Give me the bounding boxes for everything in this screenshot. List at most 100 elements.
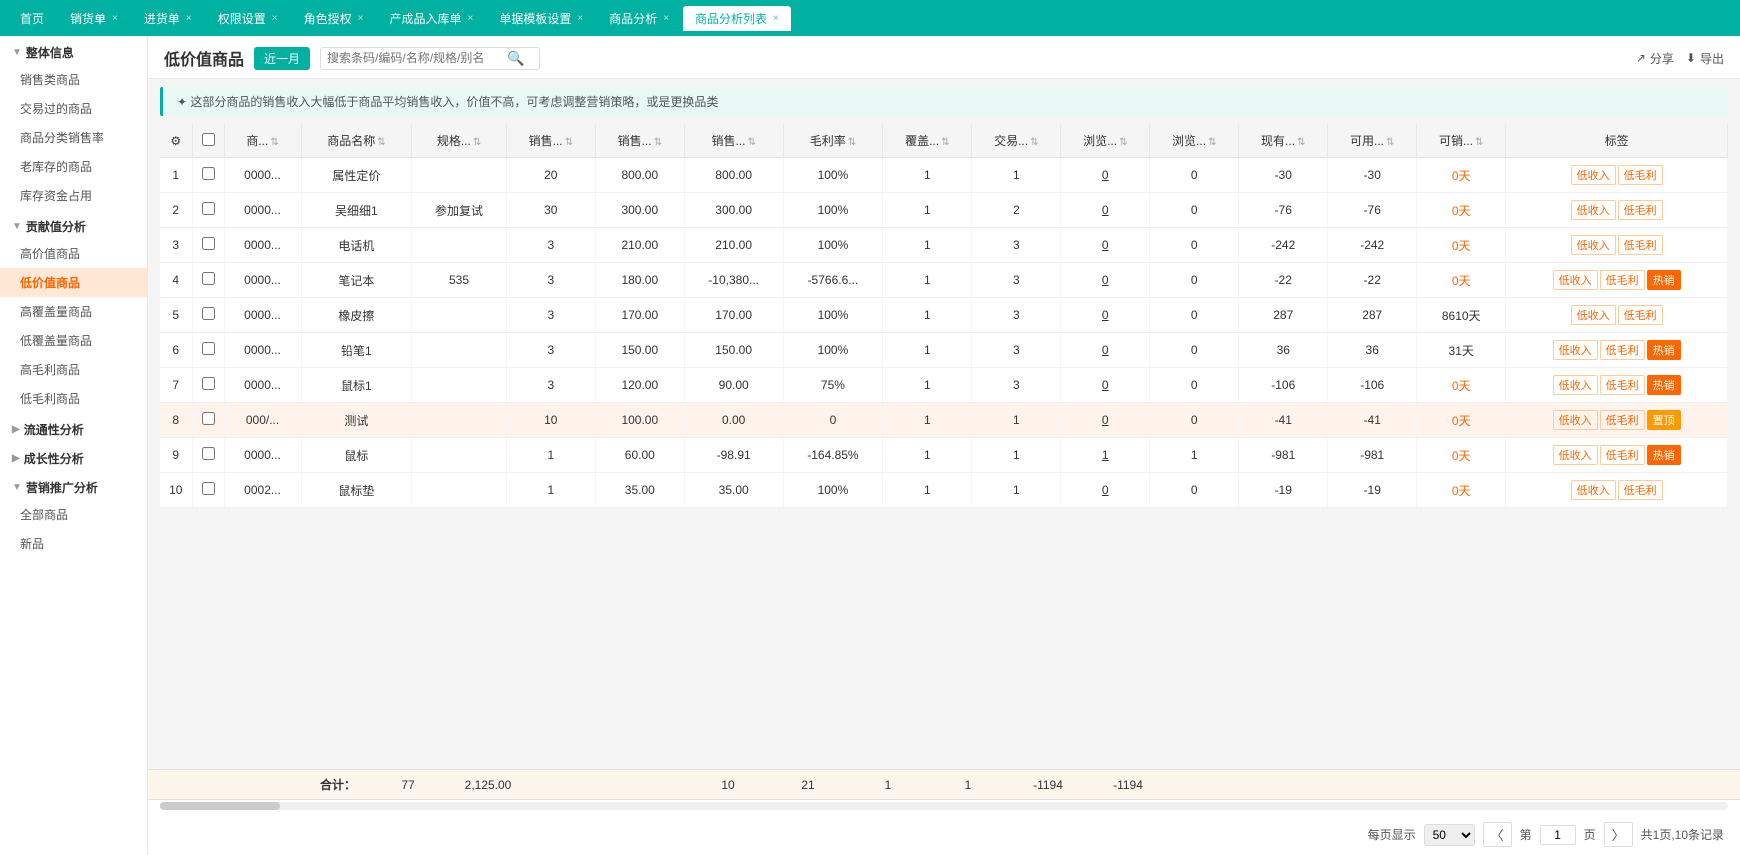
nav-home[interactable]: 首页 bbox=[8, 6, 56, 31]
row-checkbox[interactable] bbox=[202, 482, 215, 495]
nav-templates[interactable]: 单据模板设置 × bbox=[487, 6, 595, 31]
browse-link[interactable]: 0 bbox=[1102, 483, 1109, 497]
sidebar-item-low-coverage[interactable]: 低覆盖量商品 bbox=[0, 326, 147, 355]
sidebar-item-high-margin[interactable]: 高毛利商品 bbox=[0, 355, 147, 384]
sidebar-group-circulation[interactable]: ▶ 流通性分析 bbox=[0, 413, 147, 442]
sidebar-item-old-stock[interactable]: 老库存的商品 bbox=[0, 152, 147, 181]
td-browse1[interactable]: 0 bbox=[1061, 263, 1150, 298]
next-page-button[interactable]: 〉 bbox=[1604, 822, 1633, 847]
chevron-right-icon-2: ▶ bbox=[12, 453, 20, 464]
nav-permissions-close[interactable]: × bbox=[272, 13, 278, 24]
sidebar-item-category-sales-rate[interactable]: 商品分类销售率 bbox=[0, 123, 147, 152]
td-code: 0000... bbox=[224, 298, 301, 333]
nav-permissions[interactable]: 权限设置 × bbox=[206, 6, 290, 31]
td-checkbox[interactable] bbox=[192, 263, 224, 298]
horizontal-scrollbar[interactable] bbox=[160, 802, 1728, 810]
sidebar-item-high-value[interactable]: 高价值商品 bbox=[0, 239, 147, 268]
browse-link[interactable]: 0 bbox=[1102, 378, 1109, 392]
nav-analysis-close[interactable]: × bbox=[663, 13, 669, 24]
sidebar-group-contribution[interactable]: ▼ 贡献值分析 bbox=[0, 210, 147, 239]
nav-products-close[interactable]: × bbox=[467, 13, 473, 24]
row-checkbox[interactable] bbox=[202, 342, 215, 355]
nav-analysis[interactable]: 商品分析 × bbox=[597, 6, 681, 31]
browse-link[interactable]: 0 bbox=[1102, 343, 1109, 357]
sidebar-group-overview[interactable]: ▼ 整体信息 bbox=[0, 36, 147, 65]
td-salable: 0天 bbox=[1417, 473, 1506, 508]
sidebar-group-marketing[interactable]: ▼ 营销推广分析 bbox=[0, 471, 147, 500]
select-all-checkbox[interactable] bbox=[202, 133, 215, 146]
tag: 低收入 bbox=[1553, 270, 1598, 290]
td-browse1[interactable]: 0 bbox=[1061, 193, 1150, 228]
search-icon[interactable]: 🔍 bbox=[507, 50, 524, 67]
sidebar-item-new-products[interactable]: 新品 bbox=[0, 529, 147, 558]
td-s1: 30 bbox=[506, 193, 595, 228]
export-button[interactable]: ⬇ 导出 bbox=[1686, 50, 1724, 67]
td-browse1[interactable]: 0 bbox=[1061, 403, 1150, 438]
row-checkbox[interactable] bbox=[202, 412, 215, 425]
browse-link[interactable]: 1 bbox=[1102, 448, 1109, 462]
per-page-select[interactable]: 50 100 200 bbox=[1424, 824, 1475, 846]
td-checkbox[interactable] bbox=[192, 403, 224, 438]
nav-sales[interactable]: 销货单 × bbox=[58, 6, 130, 31]
sidebar-group-growth[interactable]: ▶ 成长性分析 bbox=[0, 442, 147, 471]
row-checkbox[interactable] bbox=[202, 447, 215, 460]
th-settings[interactable]: ⚙ bbox=[160, 124, 192, 158]
row-checkbox[interactable] bbox=[202, 377, 215, 390]
nav-templates-close[interactable]: × bbox=[577, 13, 583, 24]
td-checkbox[interactable] bbox=[192, 158, 224, 193]
total-row: 合计： 77 2,125.00 10 21 1 1 -1194 -1194 bbox=[148, 770, 1740, 800]
td-s2: 100.00 bbox=[595, 403, 684, 438]
sidebar-item-all-products[interactable]: 全部商品 bbox=[0, 500, 147, 529]
td-browse1[interactable]: 0 bbox=[1061, 473, 1150, 508]
td-checkbox[interactable] bbox=[192, 368, 224, 403]
td-checkbox[interactable] bbox=[192, 228, 224, 263]
td-browse1[interactable]: 0 bbox=[1061, 368, 1150, 403]
nav-purchase[interactable]: 进货单 × bbox=[132, 6, 204, 31]
td-browse1[interactable]: 0 bbox=[1061, 333, 1150, 368]
td-browse1[interactable]: 0 bbox=[1061, 158, 1150, 193]
nav-sales-close[interactable]: × bbox=[112, 13, 118, 24]
sidebar-item-stock-capital[interactable]: 库存资金占用 bbox=[0, 181, 147, 210]
browse-link[interactable]: 0 bbox=[1102, 273, 1109, 287]
row-checkbox[interactable] bbox=[202, 307, 215, 320]
td-checkbox[interactable] bbox=[192, 438, 224, 473]
sidebar-item-traded-products[interactable]: 交易过的商品 bbox=[0, 94, 147, 123]
nav-analysis-list[interactable]: 商品分析列表 × bbox=[683, 6, 791, 31]
nav-products[interactable]: 产成品入库单 × bbox=[377, 6, 485, 31]
sidebar-item-low-value[interactable]: 低价值商品 bbox=[0, 268, 147, 297]
row-checkbox[interactable] bbox=[202, 272, 215, 285]
sidebar-item-sales-products[interactable]: 销售类商品 bbox=[0, 65, 147, 94]
td-cover: 1 bbox=[883, 368, 972, 403]
nav-roles-close[interactable]: × bbox=[358, 13, 364, 24]
browse-link[interactable]: 0 bbox=[1102, 203, 1109, 217]
browse-link[interactable]: 0 bbox=[1102, 413, 1109, 427]
search-input[interactable] bbox=[327, 51, 507, 65]
td-checkbox[interactable] bbox=[192, 193, 224, 228]
nav-roles[interactable]: 角色授权 × bbox=[292, 6, 376, 31]
td-checkbox[interactable] bbox=[192, 333, 224, 368]
td-browse1[interactable]: 1 bbox=[1061, 438, 1150, 473]
tag: 低毛利 bbox=[1600, 340, 1645, 360]
td-checkbox[interactable] bbox=[192, 473, 224, 508]
nav-purchase-close[interactable]: × bbox=[186, 13, 192, 24]
row-checkbox[interactable] bbox=[202, 202, 215, 215]
td-browse1[interactable]: 0 bbox=[1061, 228, 1150, 263]
prev-page-button[interactable]: 〈 bbox=[1483, 822, 1512, 847]
scrollbar-thumb[interactable] bbox=[160, 802, 280, 810]
td-cover: 1 bbox=[883, 193, 972, 228]
td-browse1[interactable]: 0 bbox=[1061, 298, 1150, 333]
share-button[interactable]: ↗ 分享 bbox=[1636, 50, 1674, 67]
browse-link[interactable]: 0 bbox=[1102, 308, 1109, 322]
row-checkbox[interactable] bbox=[202, 237, 215, 250]
page-number-input[interactable] bbox=[1540, 825, 1576, 845]
browse-link[interactable]: 0 bbox=[1102, 238, 1109, 252]
browse-link[interactable]: 0 bbox=[1102, 168, 1109, 182]
sidebar-item-high-coverage[interactable]: 高覆盖量商品 bbox=[0, 297, 147, 326]
nav-analysis-list-close[interactable]: × bbox=[773, 13, 779, 24]
td-checkbox[interactable] bbox=[192, 298, 224, 333]
filter-button[interactable]: 近一月 bbox=[254, 47, 310, 70]
td-s1: 1 bbox=[506, 473, 595, 508]
sidebar-item-low-margin[interactable]: 低毛利商品 bbox=[0, 384, 147, 413]
th-checkbox[interactable] bbox=[192, 124, 224, 158]
row-checkbox[interactable] bbox=[202, 167, 215, 180]
